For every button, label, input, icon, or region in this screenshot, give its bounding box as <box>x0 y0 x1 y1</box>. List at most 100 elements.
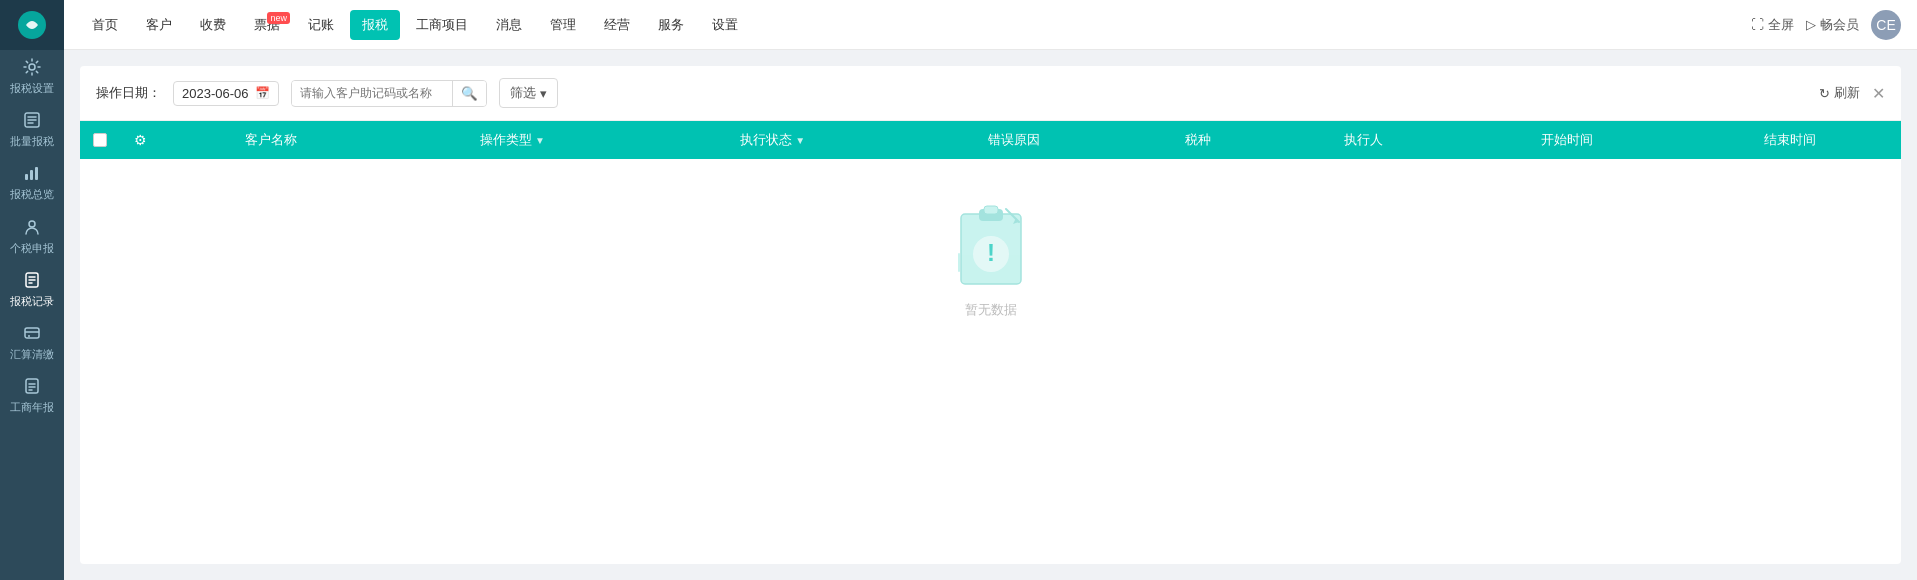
sidebar-label-annual-report: 工商年报 <box>10 401 54 414</box>
tax-records-icon <box>23 271 41 292</box>
col-header-tax_type: 税种 <box>1125 121 1271 159</box>
annual-report-icon <box>23 377 41 398</box>
svg-rect-23 <box>984 206 998 214</box>
col-header-settings[interactable]: ⚙ <box>120 121 160 159</box>
refresh-label: 刷新 <box>1834 84 1860 102</box>
nav-item-message[interactable]: 消息 <box>484 10 534 40</box>
filter-icon-operation_type[interactable]: ▼ <box>535 135 545 146</box>
nav-items: 首页 客户 收费 票据new 记账 报税 工商项目 消息 管理经营服务 设置 <box>80 10 1751 40</box>
nav-label-accounting: 记账 <box>308 17 334 32</box>
table-container: 操作日期： 2023-06-06 📅 🔍 筛选 ▾ ↻ 刷新 <box>80 66 1901 564</box>
table: ⚙客户名称操作类型▼执行状态▼错误原因税种执行人开始时间结束时间 <box>80 121 1901 159</box>
nav-item-invoice[interactable]: 票据new <box>242 10 292 40</box>
col-header-executor: 执行人 <box>1272 121 1456 159</box>
search-input[interactable] <box>292 81 452 105</box>
batch-tax-icon <box>23 111 41 132</box>
empty-state: ! 暂无数据 <box>80 159 1901 359</box>
fullscreen-btn[interactable]: ⛶ 全屏 <box>1751 16 1794 34</box>
col-label-exec_status: 执行状态 <box>740 131 792 149</box>
refresh-button[interactable]: ↻ 刷新 <box>1819 84 1860 102</box>
toolbar-right: ↻ 刷新 ✕ <box>1819 84 1885 103</box>
search-box: 🔍 <box>291 80 487 107</box>
nav-item-service[interactable]: 服务 <box>646 10 696 40</box>
svg-rect-8 <box>35 167 38 180</box>
nav-item-tax[interactable]: 报税 <box>350 10 400 40</box>
chevron-down-icon: ▾ <box>540 86 547 101</box>
date-label: 操作日期： <box>96 84 161 102</box>
sidebar-label-personal-tax: 个税申报 <box>10 242 54 255</box>
new-badge-invoice: new <box>267 12 290 25</box>
col-header-customer_name: 客户名称 <box>160 121 382 159</box>
filter-label: 筛选 <box>510 84 536 102</box>
member-btn[interactable]: ▷ 畅会员 <box>1806 16 1859 34</box>
nav-item-collection[interactable]: 收费 <box>188 10 238 40</box>
col-label-customer_name: 客户名称 <box>245 131 297 149</box>
col-label-executor: 执行人 <box>1344 131 1383 149</box>
date-input[interactable]: 2023-06-06 📅 <box>173 81 279 106</box>
nav-label-tax: 报税 <box>362 17 388 32</box>
nav-item-settings[interactable]: 设置 <box>700 10 750 40</box>
sidebar-label-settlement: 汇算清缴 <box>10 348 54 361</box>
svg-rect-14 <box>25 328 39 338</box>
nav-label-collection: 收费 <box>200 17 226 32</box>
date-value: 2023-06-06 <box>182 86 249 101</box>
sidebar-item-tax-summary[interactable]: 报税总览 <box>0 156 64 209</box>
topnav-right: ⛶ 全屏 ▷ 畅会员 CE <box>1751 10 1901 40</box>
main-wrapper: 首页 客户 收费 票据new 记账 报税 工商项目 消息 管理经营服务 设置 ⛶ 全屏 ▷ 畅会员… <box>64 0 1917 580</box>
svg-text:!: ! <box>987 239 995 266</box>
sidebar-label-tax-records: 报税记录 <box>10 295 54 308</box>
search-button[interactable]: 🔍 <box>452 81 486 106</box>
tax-settings-icon <box>23 58 41 79</box>
personal-tax-icon <box>23 218 41 239</box>
nav-label-settings: 设置 <box>712 17 738 32</box>
col-header-exec_status[interactable]: 执行状态▼ <box>643 121 903 159</box>
col-label-error_reason: 错误原因 <box>988 131 1040 149</box>
sidebar-item-personal-tax[interactable]: 个税申报 <box>0 210 64 263</box>
nav-label-home: 首页 <box>92 17 118 32</box>
settlement-icon <box>23 324 41 345</box>
data-table: ⚙客户名称操作类型▼执行状态▼错误原因税种执行人开始时间结束时间 <box>80 121 1901 564</box>
content-area: 操作日期： 2023-06-06 📅 🔍 筛选 ▾ ↻ 刷新 <box>64 50 1917 580</box>
nav-item-customer[interactable]: 客户 <box>134 10 184 40</box>
col-label-operation_type: 操作类型 <box>480 131 532 149</box>
nav-item-manage[interactable]: 管理 <box>538 10 588 40</box>
close-button[interactable]: ✕ <box>1872 84 1885 103</box>
col-label-tax_type: 税种 <box>1185 131 1211 149</box>
table-settings-icon[interactable]: ⚙ <box>134 132 147 148</box>
col-header-operation_type[interactable]: 操作类型▼ <box>382 121 642 159</box>
nav-label-business: 工商项目 <box>416 17 468 32</box>
sidebar-item-tax-records[interactable]: 报税记录 <box>0 263 64 316</box>
col-header-start_time: 开始时间 <box>1456 121 1678 159</box>
tax-summary-icon <box>23 164 41 185</box>
avatar[interactable]: CE <box>1871 10 1901 40</box>
member-label: 畅会员 <box>1820 16 1859 34</box>
svg-rect-6 <box>25 174 28 180</box>
calendar-icon: 📅 <box>255 86 270 100</box>
nav-item-business[interactable]: 工商项目 <box>404 10 480 40</box>
sidebar-label-tax-settings: 报税设置 <box>10 82 54 95</box>
sidebar-item-tax-settings[interactable]: 报税设置 <box>0 50 64 103</box>
select-all-checkbox[interactable] <box>93 133 107 147</box>
nav-label-message: 消息 <box>496 17 522 32</box>
svg-rect-7 <box>30 170 33 180</box>
filter-icon-exec_status[interactable]: ▼ <box>795 135 805 146</box>
svg-point-9 <box>29 221 35 227</box>
empty-illustration: ! <box>951 199 1031 289</box>
nav-item-home[interactable]: 首页 <box>80 10 130 40</box>
logo[interactable] <box>0 0 64 50</box>
col-label-start_time: 开始时间 <box>1541 131 1593 149</box>
filter-button[interactable]: 筛选 ▾ <box>499 78 558 108</box>
avatar-text: CE <box>1876 17 1895 33</box>
sidebar-item-annual-report[interactable]: 工商年报 <box>0 369 64 422</box>
fullscreen-label: 全屏 <box>1768 16 1794 34</box>
nav-item-operation[interactable]: 经营 <box>592 10 642 40</box>
nav-label-customer: 客户 <box>146 17 172 32</box>
sidebar-item-settlement[interactable]: 汇算清缴 <box>0 316 64 369</box>
toolbar: 操作日期： 2023-06-06 📅 🔍 筛选 ▾ ↻ 刷新 <box>80 66 1901 121</box>
svg-point-1 <box>29 64 35 70</box>
nav-item-accounting[interactable]: 记账 <box>296 10 346 40</box>
col-header-checkbox <box>80 121 120 159</box>
sidebar: 报税设置 批量报税 报税总览 个税申报 报税记录 汇算清缴 工商年报 <box>0 0 64 580</box>
sidebar-item-batch-tax[interactable]: 批量报税 <box>0 103 64 156</box>
sidebar-label-batch-tax: 批量报税 <box>10 135 54 148</box>
